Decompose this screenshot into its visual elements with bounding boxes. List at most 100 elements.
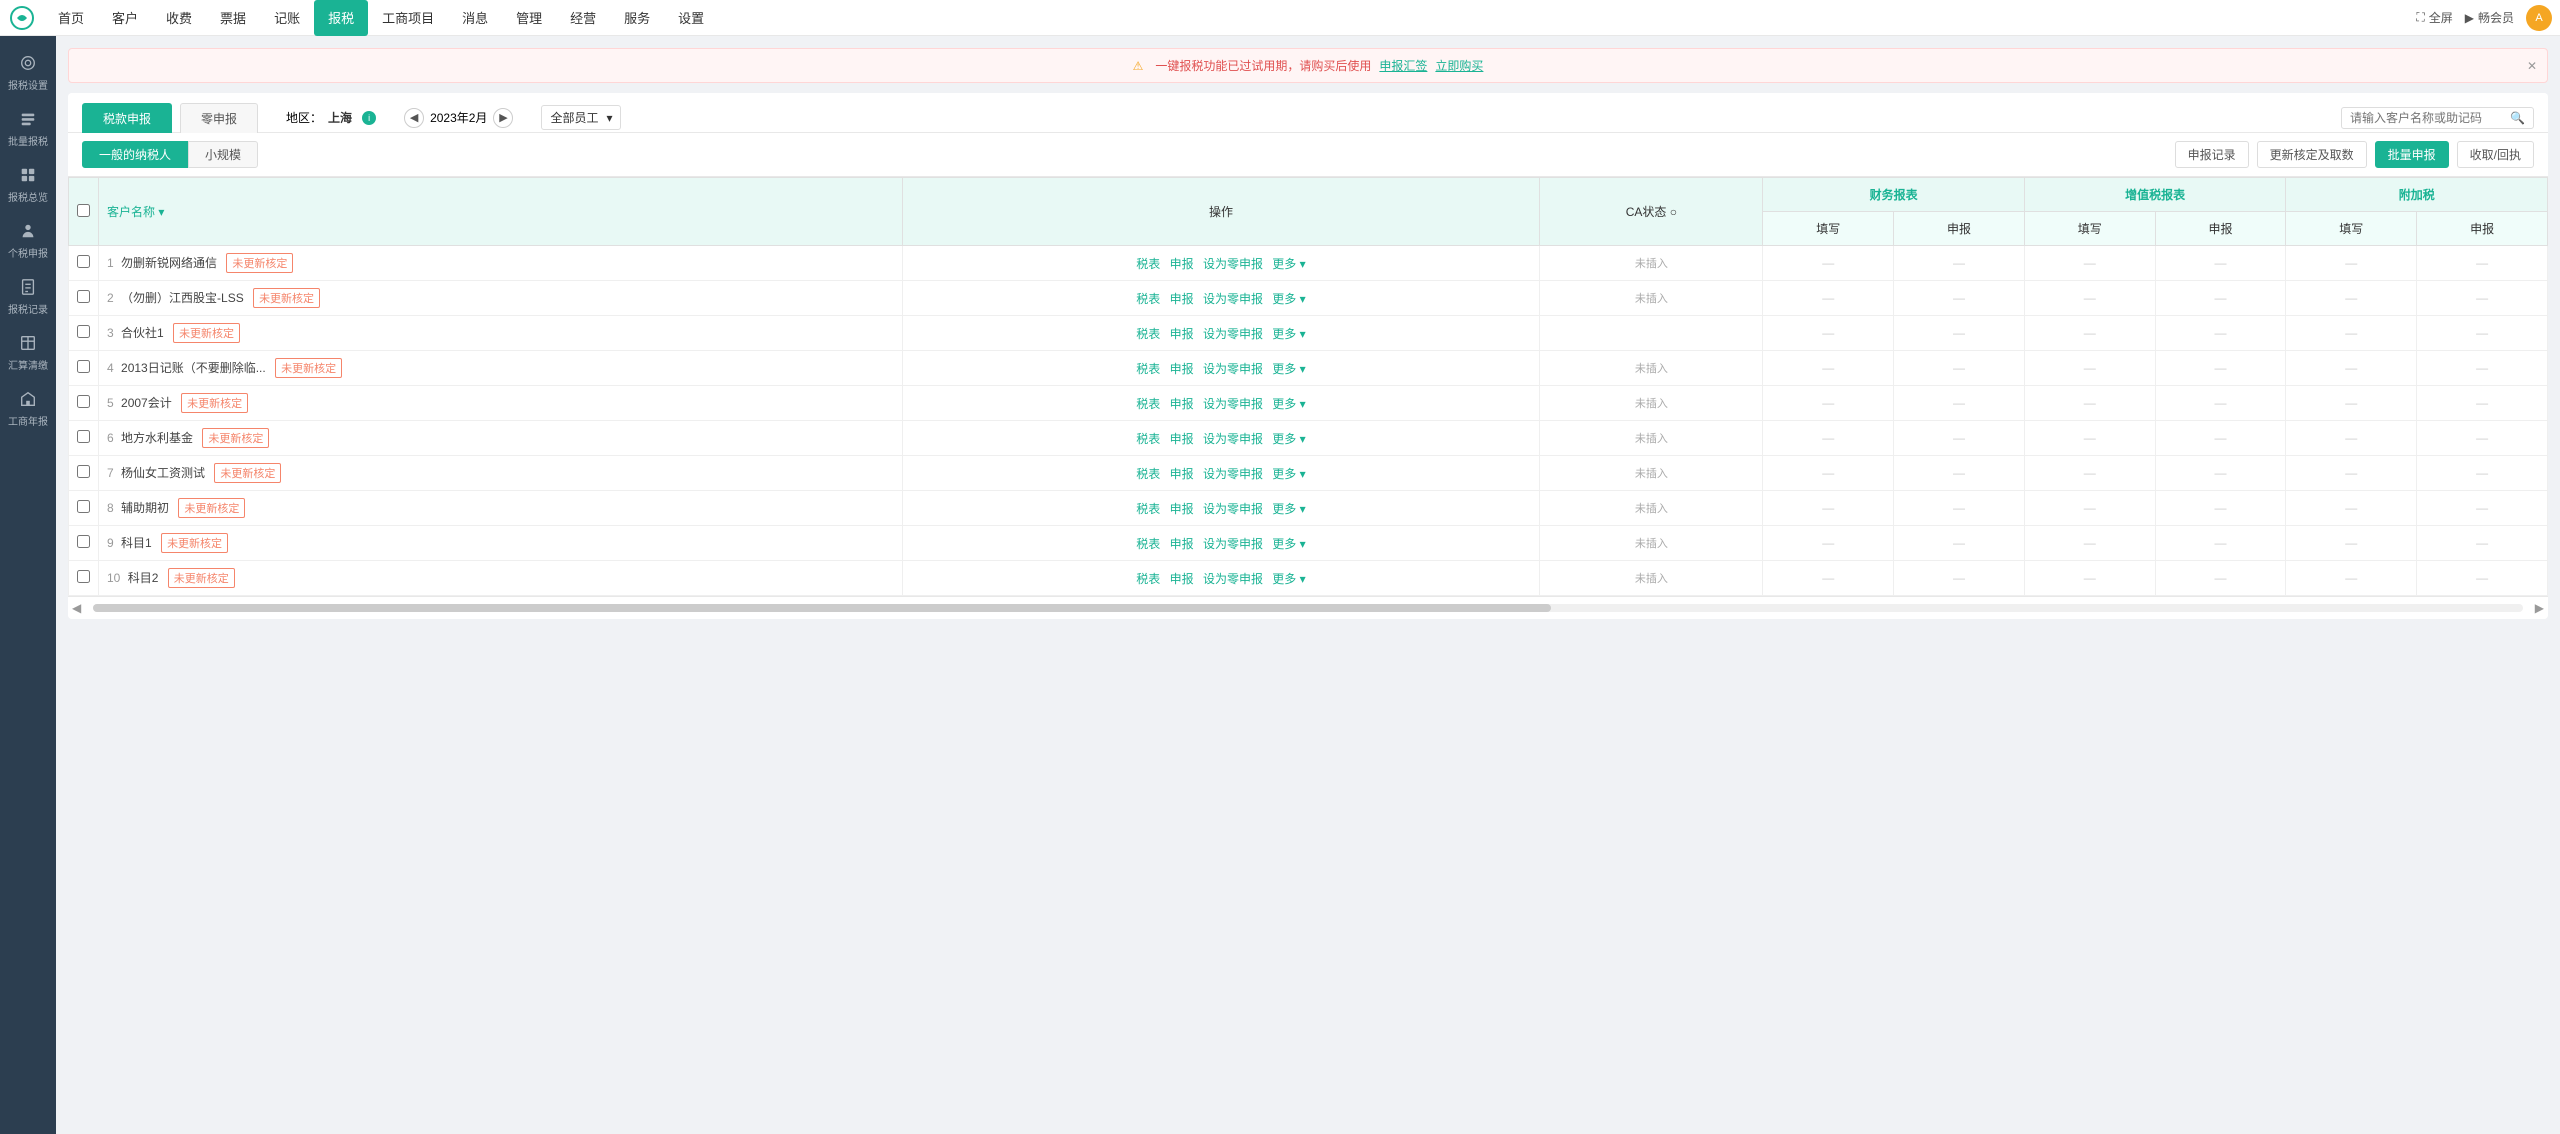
tab-zero-declare[interactable]: 零申报 (180, 103, 258, 133)
row-op-zero-1[interactable]: 设为零申报 (1203, 292, 1263, 306)
row-op-more-8[interactable]: 更多 ▾ (1272, 537, 1305, 551)
row-op-more-6[interactable]: 更多 ▾ (1272, 467, 1305, 481)
sub-tab-general[interactable]: 一般的纳税人 (82, 141, 188, 168)
sidebar-item-tax-overview[interactable]: 报税总览 (0, 156, 56, 212)
row-checkbox-5[interactable] (77, 430, 90, 443)
employee-filter[interactable]: 全部员工 ▾ (541, 105, 621, 130)
avatar[interactable]: A (2526, 5, 2552, 31)
th-select-all[interactable] (69, 178, 99, 246)
region-info-icon[interactable]: i (362, 111, 376, 125)
sidebar-item-business-report[interactable]: 工商年报 (0, 380, 56, 436)
row-op-zero-7[interactable]: 设为零申报 (1203, 502, 1263, 516)
row-op-more-9[interactable]: 更多 ▾ (1272, 572, 1305, 586)
nav-home[interactable]: 首页 (44, 0, 98, 36)
row-op-declare-4[interactable]: 申报 (1170, 397, 1194, 411)
row-op-tax-7[interactable]: 税表 (1136, 502, 1160, 516)
nav-invoice[interactable]: 票据 (206, 0, 260, 36)
nav-charge[interactable]: 收费 (152, 0, 206, 36)
row-checkbox-9[interactable] (77, 570, 90, 583)
row-op-zero-8[interactable]: 设为零申报 (1203, 537, 1263, 551)
row-op-zero-2[interactable]: 设为零申报 (1203, 327, 1263, 341)
nav-service[interactable]: 服务 (610, 0, 664, 36)
row-op-declare-2[interactable]: 申报 (1170, 327, 1194, 341)
row-op-more-0[interactable]: 更多 ▾ (1272, 257, 1305, 271)
banner-link-record[interactable]: 申报汇签 (1379, 57, 1427, 74)
row-op-more-7[interactable]: 更多 ▾ (1272, 502, 1305, 516)
select-all-checkbox[interactable] (77, 204, 90, 217)
row-checkbox-6[interactable] (77, 465, 90, 478)
nav-business[interactable]: 工商项目 (368, 0, 448, 36)
row-op-zero-3[interactable]: 设为零申报 (1203, 362, 1263, 376)
row-checkbox-1[interactable] (77, 290, 90, 303)
batch-declare-btn[interactable]: 批量申报 (2375, 141, 2449, 168)
fullscreen-btn[interactable]: ⛶ 全屏 (2416, 9, 2452, 26)
date-prev-btn[interactable]: ◀ (404, 108, 424, 128)
row-op-declare-0[interactable]: 申报 (1170, 257, 1194, 271)
row-checkbox-0[interactable] (77, 255, 90, 268)
row-op-declare-5[interactable]: 申报 (1170, 432, 1194, 446)
scroll-left-arrow[interactable]: ◀ (68, 601, 85, 615)
row-op-tax-4[interactable]: 税表 (1136, 397, 1160, 411)
vip-btn[interactable]: ▶ 畅会员 (2465, 9, 2514, 26)
banner-link-buy[interactable]: 立即购买 (1435, 57, 1483, 74)
row-op-zero-4[interactable]: 设为零申报 (1203, 397, 1263, 411)
row-v1-9: — (2286, 561, 2417, 596)
nav-accounting[interactable]: 记账 (260, 0, 314, 36)
declare-record-btn[interactable]: 申报记录 (2175, 141, 2249, 168)
sidebar-item-calc-clear[interactable]: 汇算清缴 (0, 324, 56, 380)
search-icon[interactable]: 🔍 (2510, 111, 2525, 125)
update-finalize-btn[interactable]: 更新核定及取数 (2257, 141, 2367, 168)
nav-client[interactable]: 客户 (98, 0, 152, 36)
row-op-declare-3[interactable]: 申报 (1170, 362, 1194, 376)
row-op-zero-6[interactable]: 设为零申报 (1203, 467, 1263, 481)
row-op-tax-3[interactable]: 税表 (1136, 362, 1160, 376)
row-checkbox-3[interactable] (77, 360, 90, 373)
banner-close-btn[interactable]: ✕ (2527, 59, 2537, 73)
sub-tab-small[interactable]: 小规模 (188, 141, 258, 168)
row-checkbox-2[interactable] (77, 325, 90, 338)
row-checkbox-7[interactable] (77, 500, 90, 513)
nav-manage[interactable]: 管理 (502, 0, 556, 36)
row-op-more-4[interactable]: 更多 ▾ (1272, 397, 1305, 411)
nav-operation[interactable]: 经营 (556, 0, 610, 36)
row-op-declare-7[interactable]: 申报 (1170, 502, 1194, 516)
row-op-tax-9[interactable]: 税表 (1136, 572, 1160, 586)
row-op-zero-5[interactable]: 设为零申报 (1203, 432, 1263, 446)
row-op-tax-8[interactable]: 税表 (1136, 537, 1160, 551)
row-op-zero-0[interactable]: 设为零申报 (1203, 257, 1263, 271)
sidebar-item-batch-tax[interactable]: 批量报税 (0, 100, 56, 156)
row-op-tax-6[interactable]: 税表 (1136, 467, 1160, 481)
row-op-more-5[interactable]: 更多 ▾ (1272, 432, 1305, 446)
row-op-more-1[interactable]: 更多 ▾ (1272, 292, 1305, 306)
row-t1-4: — (2024, 386, 2155, 421)
tab-tax-declare[interactable]: 税款申报 (82, 103, 172, 133)
row-op-more-3[interactable]: 更多 ▾ (1272, 362, 1305, 376)
collect-revoke-btn[interactable]: 收取/回执 (2457, 141, 2534, 168)
horizontal-scrollbar[interactable] (93, 604, 2523, 612)
nav-settings[interactable]: 设置 (664, 0, 718, 36)
date-next-btn[interactable]: ▶ (493, 108, 513, 128)
sidebar-item-personal-tax[interactable]: 个税申报 (0, 212, 56, 268)
row-op-declare-1[interactable]: 申报 (1170, 292, 1194, 306)
row-op-tax-2[interactable]: 税表 (1136, 327, 1160, 341)
scroll-right-arrow[interactable]: ▶ (2531, 601, 2548, 615)
row-op-zero-9[interactable]: 设为零申报 (1203, 572, 1263, 586)
row-op-tax-0[interactable]: 税表 (1136, 257, 1160, 271)
row-checkbox-8[interactable] (77, 535, 90, 548)
nav-message[interactable]: 消息 (448, 0, 502, 36)
row-op-tax-5[interactable]: 税表 (1136, 432, 1160, 446)
th-tax-group: 增值税报表 (2024, 178, 2286, 212)
nav-tax[interactable]: 报税 (314, 0, 368, 36)
sort-icon[interactable]: 客户名称 ▾ (107, 205, 164, 219)
row-checkbox-4[interactable] (77, 395, 90, 408)
search-input[interactable] (2350, 111, 2510, 125)
row-op-declare-9[interactable]: 申报 (1170, 572, 1194, 586)
row-op-tax-1[interactable]: 税表 (1136, 292, 1160, 306)
row-op-more-2[interactable]: 更多 ▾ (1272, 327, 1305, 341)
vip-icon: ▶ (2465, 11, 2474, 25)
sidebar-item-tax-settings[interactable]: 报税设置 (0, 44, 56, 100)
row-name-6: 7 杨仙女工资测试 未更新核定 (99, 456, 903, 491)
row-op-declare-8[interactable]: 申报 (1170, 537, 1194, 551)
sidebar-item-tax-records[interactable]: 报税记录 (0, 268, 56, 324)
row-op-declare-6[interactable]: 申报 (1170, 467, 1194, 481)
